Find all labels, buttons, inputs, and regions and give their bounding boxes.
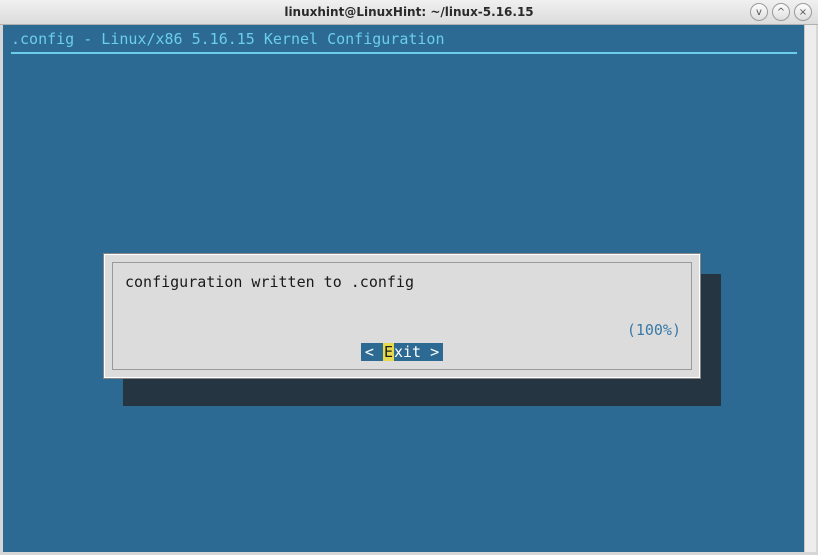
scrollbar[interactable]: [804, 25, 816, 552]
config-header: .config - Linux/x86 5.16.15 Kernel Confi…: [3, 25, 804, 48]
exit-button[interactable]: < Exit >: [361, 343, 443, 361]
dialog-frame: configuration written to .config (100%) …: [112, 262, 692, 370]
minimize-button[interactable]: v: [750, 3, 768, 21]
terminal-viewport: .config - Linux/x86 5.16.15 Kernel Confi…: [3, 25, 804, 552]
maximize-button[interactable]: ^: [772, 3, 790, 21]
progress-indicator: (100%): [627, 321, 681, 339]
window-controls: v ^ ×: [750, 3, 812, 21]
config-dialog: configuration written to .config (100%) …: [103, 253, 701, 379]
exit-button-hotkey: E: [383, 343, 394, 361]
exit-button-left: <: [365, 343, 383, 361]
dialog-message: configuration written to .config: [125, 273, 679, 291]
window-title: linuxhint@LinuxHint: ~/linux-5.16.15: [0, 5, 818, 19]
header-separator: [11, 52, 797, 54]
close-button[interactable]: ×: [794, 3, 812, 21]
exit-button-rest: xit >: [394, 343, 439, 361]
dialog-button-row: < Exit >: [113, 343, 691, 361]
window-titlebar: linuxhint@LinuxHint: ~/linux-5.16.15 v ^…: [0, 0, 818, 25]
